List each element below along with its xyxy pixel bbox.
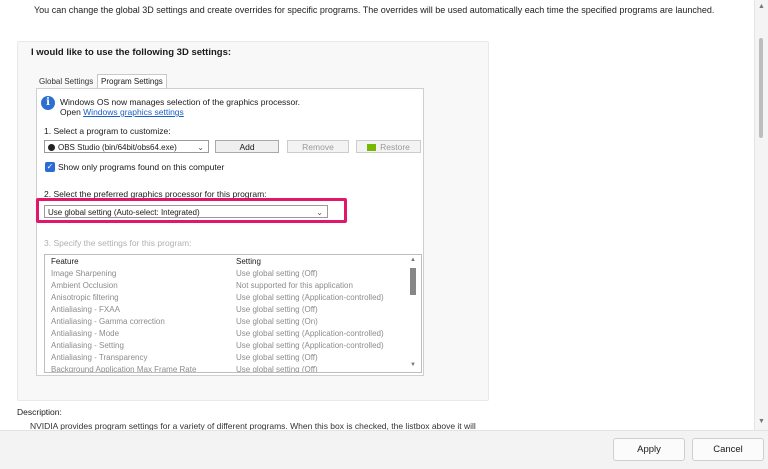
settings-list[interactable]: Feature Setting Image Sharpening Use globa… [44,254,422,373]
page-scrollbar-thumb[interactable] [759,38,763,138]
program-select-value: OBS Studio (bin/64bit/obs64.exe) [58,143,177,152]
nvidia-icon [367,144,377,152]
group-title: I would like to use the following 3D set… [31,47,232,58]
feature-cell: Antialiasing - Setting [51,341,124,350]
info-open-prefix: Open [60,107,84,117]
description-label: Description: [17,407,62,417]
setting-cell: Use global setting (Off) [236,305,318,314]
list-scroll-down-icon[interactable]: ▼ [410,362,416,368]
setting-cell: Use global setting (Off) [236,353,318,362]
step1-label: 1. Select a program to customize: [44,126,171,136]
feature-cell: Background Application Max Frame Rate [51,365,197,373]
show-only-programs-checkbox[interactable]: ✓ [45,162,55,172]
highlight-box [36,198,347,223]
list-row[interactable]: Background Application Max Frame Rate Use… [51,365,411,373]
setting-cell: Use global setting (Application-controll… [236,341,384,350]
obs-icon [48,144,55,152]
add-button[interactable]: Add [215,140,279,153]
feature-cell: Antialiasing - Transparency [51,353,148,362]
list-row[interactable]: Image Sharpening Use global setting (Off) [51,269,411,281]
restore-button[interactable]: Restore [356,140,421,153]
setting-cell: Use global setting (Application-controll… [236,293,384,302]
step3-label: 3. Specify the settings for this program… [44,238,192,248]
feature-cell: Anisotropic filtering [51,293,119,302]
setting-cell: Use global setting (Off) [236,269,318,278]
intro-text: You can change the global 3D settings an… [34,5,715,15]
info-open-line: Open Windows graphics settings [60,107,184,117]
show-only-programs-label: Show only programs found on this compute… [58,162,225,172]
list-row[interactable]: Antialiasing - Gamma correction Use globa… [51,317,411,329]
setting-cell: Not supported for this application [236,281,353,290]
program-select[interactable]: OBS Studio (bin/64bit/obs64.exe) ⌄ [44,140,209,153]
list-header: Feature Setting [51,257,411,269]
feature-cell: Ambient Occlusion [51,281,118,290]
list-row[interactable]: Antialiasing - Transparency Use global se… [51,353,411,365]
list-row[interactable]: Anisotropic filtering Use global setting … [51,293,411,305]
list-row[interactable]: Antialiasing - FXAA Use global setting (O… [51,305,411,317]
restore-button-label: Restore [380,142,410,152]
page-scrollbar[interactable]: ▲ ▼ [754,0,768,430]
info-icon: i [41,96,55,110]
list-row[interactable]: Ambient Occlusion Not supported for this … [51,281,411,293]
list-scrollbar-thumb[interactable] [410,268,416,295]
tab-global-settings[interactable]: Global Settings [36,75,96,88]
apply-button[interactable]: Apply [613,438,685,461]
info-text: Windows OS now manages selection of the … [60,97,301,107]
list-scroll-up-icon[interactable]: ▲ [410,257,416,263]
setting-cell: Use global setting (Off) [236,365,318,373]
windows-graphics-settings-link[interactable]: Windows graphics settings [83,107,184,117]
setting-cell: Use global setting (On) [236,317,318,326]
remove-button[interactable]: Remove [287,140,349,153]
setting-header: Setting [236,257,261,266]
feature-cell: Antialiasing - Mode [51,329,120,338]
scroll-up-icon[interactable]: ▲ [758,3,765,10]
feature-cell: Antialiasing - Gamma correction [51,317,165,326]
cancel-button[interactable]: Cancel [692,438,764,461]
list-row[interactable]: Antialiasing - Mode Use global setting (A… [51,329,411,341]
setting-cell: Use global setting (Application-controll… [236,329,384,338]
scroll-down-icon[interactable]: ▼ [758,418,765,425]
chevron-down-icon: ⌄ [197,143,204,152]
feature-cell: Antialiasing - FXAA [51,305,120,314]
feature-header: Feature [51,257,79,266]
tab-program-settings[interactable]: Program Settings [97,74,167,89]
list-row[interactable]: Antialiasing - Setting Use global setting… [51,341,411,353]
feature-cell: Image Sharpening [51,269,117,278]
